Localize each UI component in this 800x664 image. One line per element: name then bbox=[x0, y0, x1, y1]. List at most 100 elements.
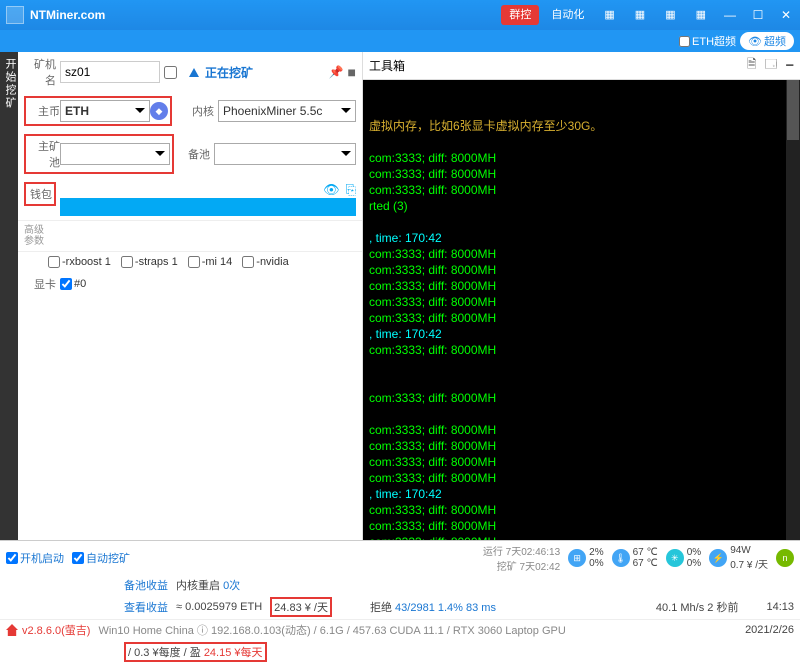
temp-value: 67 ℃ bbox=[633, 547, 658, 558]
console-line: com:3333; diff: 8000MH bbox=[369, 246, 794, 262]
pool-label: 主矿池 bbox=[28, 138, 60, 170]
console-line bbox=[369, 214, 794, 230]
mining-time-value: 7天02:42 bbox=[520, 562, 561, 573]
fan-icon: ✳ bbox=[666, 549, 684, 567]
backup-pool-dropdown[interactable] bbox=[214, 143, 356, 165]
auto-mine-checkbox[interactable]: 自动挖矿 bbox=[72, 550, 130, 566]
mining-triangle-icon bbox=[189, 68, 199, 77]
toolbar-icon-1[interactable]: ▦ bbox=[596, 5, 622, 25]
cluster-control-button[interactable]: 群控 bbox=[501, 5, 539, 25]
stop-mining-button[interactable]: ■ bbox=[348, 64, 356, 80]
temp-icon: 🌡 bbox=[612, 549, 630, 567]
advanced-label-2: 参数 bbox=[24, 236, 44, 247]
console-line bbox=[369, 406, 794, 422]
version-label: v2.8.6.0(萤吉) bbox=[6, 622, 90, 638]
wallet-copy-icon[interactable]: ⎘ bbox=[346, 182, 356, 198]
console-line: com:3333; diff: 8000MH bbox=[369, 502, 794, 518]
console-line: com:3333; diff: 8000MH bbox=[369, 534, 794, 540]
status-bar: 开机启动 自动挖矿 运行 7天02:46:13 挖矿 7天02:42 ⊞ 2%0… bbox=[0, 540, 800, 664]
power-icon: ⚡ bbox=[709, 549, 727, 567]
hashrate-value: 40.1 Mh/s 2 秒前 bbox=[656, 599, 739, 615]
overclock-bar: ETH超频 👁 超频 bbox=[0, 30, 800, 52]
wallet-eye-icon[interactable]: 👁 bbox=[323, 182, 340, 198]
toolbox-label[interactable]: 工具箱 bbox=[369, 57, 405, 74]
nvidia-icon: n bbox=[776, 549, 794, 567]
console-line: com:3333; diff: 8000MH bbox=[369, 390, 794, 406]
console-line: , time: 170:42 bbox=[369, 326, 794, 342]
overclock-pill-label: 超频 bbox=[764, 33, 786, 49]
console-line: com:3333; diff: 8000MH bbox=[369, 278, 794, 294]
view-revenue-link[interactable]: 查看收益 bbox=[124, 599, 168, 615]
console-line: 虚拟内存，比如6张显卡虚拟内存至少30G。 bbox=[369, 118, 794, 134]
config-panel: 矿机名 正在挖矿 📌 ■ 主币 ETH ◆ 内核 PhoenixMiner 5.… bbox=[18, 52, 363, 540]
gpu-0-checkbox[interactable]: #0 bbox=[60, 278, 86, 290]
toolbar-icon-2[interactable]: ▦ bbox=[627, 5, 653, 25]
automation-button[interactable]: 自动化 bbox=[543, 5, 592, 25]
close-button[interactable]: ✕ bbox=[772, 0, 800, 30]
eth-overclock-label: ETH超频 bbox=[692, 33, 736, 49]
mining-status-label: 正在挖矿 bbox=[205, 64, 253, 81]
miner-name-checkbox[interactable] bbox=[164, 66, 177, 79]
miner-name-label: 矿机名 bbox=[24, 56, 56, 88]
cpu-percent: 2% bbox=[589, 547, 603, 558]
console-panel: 工具箱 🗎 🗔 🗕 虚拟内存，比如6张显卡虚拟内存至少30G。 com:3333… bbox=[363, 52, 800, 540]
revenue-eth: ≈ 0.0025979 ETH bbox=[176, 601, 262, 613]
start-mining-tab[interactable]: 开始挖矿 bbox=[0, 52, 18, 540]
console-line: com:3333; diff: 8000MH bbox=[369, 518, 794, 534]
coin-dropdown[interactable]: ETH bbox=[60, 100, 150, 122]
console-line: com:3333; diff: 8000MH bbox=[369, 150, 794, 166]
date-value: 2021/2/26 bbox=[745, 624, 794, 636]
titlebar: NTMiner.com 群控 自动化 ▦ ▦ ▦ ▦ — ☐ ✕ bbox=[0, 0, 800, 30]
console-line bbox=[369, 374, 794, 390]
house-icon bbox=[6, 624, 18, 636]
maximize-button[interactable]: ☐ bbox=[744, 0, 772, 30]
miner-name-input[interactable] bbox=[60, 61, 160, 83]
console-line: com:3333; diff: 8000MH bbox=[369, 422, 794, 438]
boot-start-checkbox[interactable]: 开机启动 bbox=[6, 550, 64, 566]
console-icon-1[interactable]: 🗎 bbox=[747, 55, 757, 76]
console-line: com:3333; diff: 8000MH bbox=[369, 166, 794, 182]
reject-stats[interactable]: 43/2981 1.4% 83 ms bbox=[395, 602, 496, 614]
gpu-label: 显卡 bbox=[24, 276, 56, 292]
coin-label: 主币 bbox=[28, 103, 60, 119]
runtime-value: 7天02:46:13 bbox=[506, 547, 561, 558]
kernel-restart-link[interactable]: 0次 bbox=[223, 580, 240, 592]
overclock-pill-button[interactable]: 👁 超频 bbox=[740, 32, 794, 50]
kernel-label: 内核 bbox=[182, 103, 214, 119]
eth-overclock-checkbox[interactable]: ETH超频 bbox=[679, 33, 736, 49]
app-title: NTMiner.com bbox=[30, 8, 105, 22]
power-value: 94W bbox=[730, 545, 768, 556]
kernel-value: PhoenixMiner 5.5c bbox=[223, 104, 322, 118]
console-line: com:3333; diff: 8000MH bbox=[369, 438, 794, 454]
clock-time: 14:13 bbox=[766, 601, 794, 613]
profit-box: / 0.3 ¥每度 / 盈 24.15 ¥每天 bbox=[124, 642, 267, 662]
fan-value: 0% bbox=[687, 547, 701, 558]
eth-icon: ◆ bbox=[150, 102, 168, 120]
advanced-label-1: 高级 bbox=[24, 225, 44, 236]
pin-icon[interactable]: 📌 bbox=[329, 65, 344, 79]
toolbar-icon-3[interactable]: ▦ bbox=[657, 5, 683, 25]
console-line: rted (3) bbox=[369, 198, 794, 214]
toolbar-icon-4[interactable]: ▦ bbox=[688, 5, 714, 25]
console-line bbox=[369, 358, 794, 374]
console-output: 虚拟内存，比如6张显卡虚拟内存至少30G。 com:3333; diff: 80… bbox=[363, 80, 800, 540]
main-pool-dropdown[interactable] bbox=[60, 143, 170, 165]
opt-mi-checkbox[interactable]: -mi 14 bbox=[188, 256, 233, 268]
console-scrollbar[interactable] bbox=[786, 80, 800, 540]
console-icon-2[interactable]: 🗔 bbox=[764, 55, 777, 76]
opt-nvidia-checkbox[interactable]: -nvidia bbox=[242, 256, 288, 268]
console-line: com:3333; diff: 8000MH bbox=[369, 310, 794, 326]
console-line: com:3333; diff: 8000MH bbox=[369, 294, 794, 310]
opt-rxboost-checkbox[interactable]: -rxboost 1 bbox=[48, 256, 111, 268]
opt-straps-checkbox[interactable]: -straps 1 bbox=[121, 256, 178, 268]
console-line: , time: 170:42 bbox=[369, 230, 794, 246]
console-icon-3[interactable]: 🗕 bbox=[786, 55, 795, 76]
console-line: com:3333; diff: 8000MH bbox=[369, 454, 794, 470]
console-line: com:3333; diff: 8000MH bbox=[369, 470, 794, 486]
app-logo-icon bbox=[6, 6, 24, 24]
backup-pool-revenue-link[interactable]: 备池收益 bbox=[124, 577, 168, 593]
wallet-bar[interactable] bbox=[60, 198, 356, 216]
minimize-button[interactable]: — bbox=[716, 0, 744, 30]
backup-pool-label: 备池 bbox=[178, 146, 210, 162]
kernel-dropdown[interactable]: PhoenixMiner 5.5c bbox=[218, 100, 356, 122]
